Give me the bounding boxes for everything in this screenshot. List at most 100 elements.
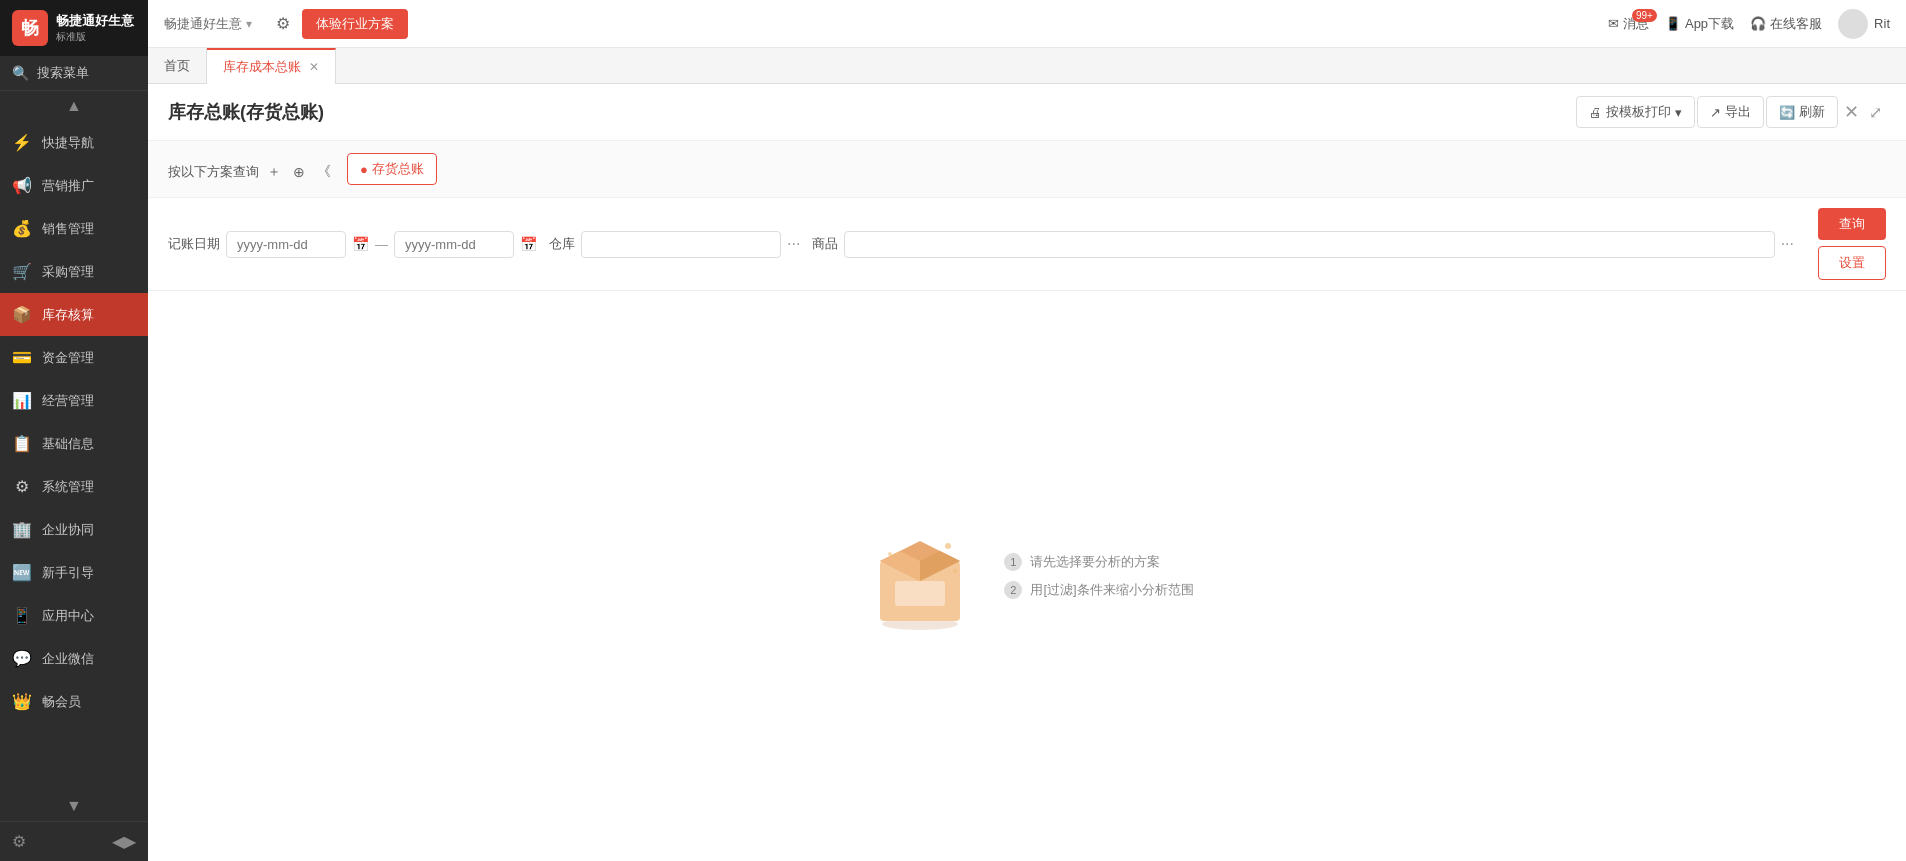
sidebar-item-quick-nav[interactable]: ⚡ 快捷导航 [0, 121, 148, 164]
scheme-label: 存货总账 [372, 160, 424, 178]
filter-scheme: ● 存货总账 [347, 153, 437, 185]
calendar-to-icon[interactable]: 📅 [520, 236, 537, 252]
sidebar-item-system[interactable]: ⚙ 系统管理 [0, 465, 148, 508]
sidebar-bottom: ⚙ ◀▶ [0, 821, 148, 861]
panel-expand-btn[interactable]: ⤢ [1865, 99, 1886, 126]
app-brand-title: 畅捷通好生意 [56, 12, 134, 30]
sidebar-item-app-center[interactable]: 📱 应用中心 [0, 594, 148, 637]
sidebar-item-inventory[interactable]: 📦 库存核算 [0, 293, 148, 336]
dropdown-icon[interactable]: ▾ [246, 17, 252, 31]
sidebar: 畅 畅捷通好生意 标准版 🔍 搜索菜单 ▲ ⚡ 快捷导航 📢 营销推广 💰 销售… [0, 0, 148, 861]
filter-actions: 查询 设置 [1818, 208, 1886, 280]
sidebar-item-label: 应用中心 [42, 607, 136, 625]
membership-icon: 👑 [12, 692, 32, 711]
date-filter-field: 记账日期 📅 — 📅 [168, 231, 537, 258]
sidebar-item-label: 新手引导 [42, 564, 136, 582]
sidebar-scroll-up[interactable]: ▲ [0, 91, 148, 121]
print-icon: 🖨 [1589, 105, 1602, 120]
sidebar-item-sales[interactable]: 💰 销售管理 [0, 207, 148, 250]
date-to-input[interactable] [394, 231, 514, 258]
sidebar-item-label: 销售管理 [42, 220, 136, 238]
svg-point-7 [888, 552, 892, 556]
industry-btn[interactable]: 体验行业方案 [302, 9, 408, 39]
sidebar-item-label: 畅会员 [42, 693, 136, 711]
app-brand-subtitle: 标准版 [56, 30, 134, 44]
print-btn[interactable]: 🖨 按模板打印 ▾ [1576, 96, 1695, 128]
message-btn[interactable]: ✉ 消息 99+ [1608, 15, 1649, 33]
enterprise-icon: 🏢 [12, 520, 32, 539]
sidebar-item-wechat[interactable]: 💬 企业微信 [0, 637, 148, 680]
tab-inventory-cost-label: 库存成本总账 [223, 58, 301, 76]
avatar [1838, 9, 1868, 39]
filter-collapse-btn[interactable]: 《 [313, 161, 335, 183]
sidebar-item-label: 采购管理 [42, 263, 136, 281]
sidebar-logo: 畅 畅捷通好生意 标准版 [0, 0, 148, 56]
sidebar-item-enterprise[interactable]: 🏢 企业协同 [0, 508, 148, 551]
date-from-input[interactable] [226, 231, 346, 258]
sidebar-search[interactable]: 🔍 搜索菜单 [0, 56, 148, 91]
scheme-item-inventory[interactable]: ● 存货总账 [347, 153, 437, 185]
headset-icon: 🎧 [1750, 16, 1766, 31]
sidebar-nav: ⚡ 快捷导航 📢 营销推广 💰 销售管理 🛒 采购管理 📦 库存核算 💳 资金管… [0, 121, 148, 791]
tab-close-icon[interactable]: ✕ [309, 61, 319, 73]
topbar-brand: 畅捷通好生意 ▾ [164, 15, 252, 33]
refresh-label: 刷新 [1799, 103, 1825, 121]
empty-state: 1 请先选择要分析的方案 2 用[过滤]条件来缩小分析范围 [148, 291, 1906, 861]
guide-icon: 🆕 [12, 563, 32, 582]
scheme-dot-icon: ● [360, 162, 368, 177]
user-area[interactable]: Rit [1838, 9, 1890, 39]
print-label: 按模板打印 [1606, 103, 1671, 121]
settings-button[interactable]: ⚙ [12, 832, 26, 851]
filter-add-btn[interactable]: ＋ [263, 161, 285, 183]
svg-point-8 [953, 569, 957, 573]
warehouse-input[interactable] [581, 231, 781, 258]
svg-rect-5 [895, 581, 945, 606]
tip-num-1: 1 [1004, 553, 1022, 571]
basic-info-icon: 📋 [12, 434, 32, 453]
finance-icon: 💳 [12, 348, 32, 367]
header-right-actions: 🖨 按模板打印 ▾ ↗ 导出 🔄 刷新 ✕ ⤢ [1576, 96, 1886, 128]
online-support-label: 在线客服 [1770, 15, 1822, 33]
filter-settings-btn[interactable]: ⊕ [289, 162, 309, 182]
sidebar-item-label: 快捷导航 [42, 134, 136, 152]
search-icon: 🔍 [12, 65, 29, 81]
topbar-brand-text: 畅捷通好生意 [164, 15, 242, 33]
tab-inventory-cost[interactable]: 库存成本总账 ✕ [207, 48, 336, 84]
sidebar-item-purchase[interactable]: 🛒 采购管理 [0, 250, 148, 293]
empty-tip-2: 2 用[过滤]条件来缩小分析范围 [1004, 581, 1193, 599]
sidebar-item-label: 资金管理 [42, 349, 136, 367]
sidebar-item-label: 系统管理 [42, 478, 136, 496]
quick-nav-icon: ⚡ [12, 133, 32, 152]
calendar-from-icon[interactable]: 📅 [352, 236, 369, 252]
sidebar-item-membership[interactable]: 👑 畅会员 [0, 680, 148, 723]
warehouse-label: 仓库 [549, 235, 575, 253]
sidebar-item-label: 企业微信 [42, 650, 136, 668]
collapse-button[interactable]: ◀▶ [112, 832, 136, 851]
topbar-settings-icon[interactable]: ⚙ [276, 14, 290, 33]
sidebar-item-operation[interactable]: 📊 经营管理 [0, 379, 148, 422]
sidebar-item-marketing[interactable]: 📢 营销推广 [0, 164, 148, 207]
refresh-btn[interactable]: 🔄 刷新 [1766, 96, 1838, 128]
empty-illustration [860, 516, 980, 636]
query-btn[interactable]: 查询 [1818, 208, 1886, 240]
app-download-btn[interactable]: 📱 App下载 [1665, 15, 1734, 33]
sidebar-scroll-down[interactable]: ▼ [0, 791, 148, 821]
panel-close-btn[interactable]: ✕ [1840, 97, 1863, 127]
sidebar-item-label: 库存核算 [42, 306, 136, 324]
sidebar-item-guide[interactable]: 🆕 新手引导 [0, 551, 148, 594]
empty-content: 1 请先选择要分析的方案 2 用[过滤]条件来缩小分析范围 [860, 516, 1193, 636]
warehouse-more-icon[interactable]: ··· [787, 235, 800, 253]
settings-btn[interactable]: 设置 [1818, 246, 1886, 280]
product-more-icon[interactable]: ··· [1781, 235, 1794, 253]
sidebar-item-finance[interactable]: 💳 资金管理 [0, 336, 148, 379]
sidebar-item-basic-info[interactable]: 📋 基础信息 [0, 422, 148, 465]
filter-label: 按以下方案查询 ＋ ⊕ 《 [168, 153, 335, 183]
filter-row: 记账日期 📅 — 📅 仓库 ··· 商品 ··· 查询 设置 [148, 198, 1906, 291]
product-input[interactable] [844, 231, 1774, 258]
print-dropdown-icon: ▾ [1675, 105, 1682, 120]
online-support-btn[interactable]: 🎧 在线客服 [1750, 15, 1822, 33]
tab-home[interactable]: 首页 [148, 48, 207, 84]
topbar-left: 畅捷通好生意 ▾ ⚙ 体验行业方案 [164, 9, 1608, 39]
purchase-icon: 🛒 [12, 262, 32, 281]
export-btn[interactable]: ↗ 导出 [1697, 96, 1764, 128]
